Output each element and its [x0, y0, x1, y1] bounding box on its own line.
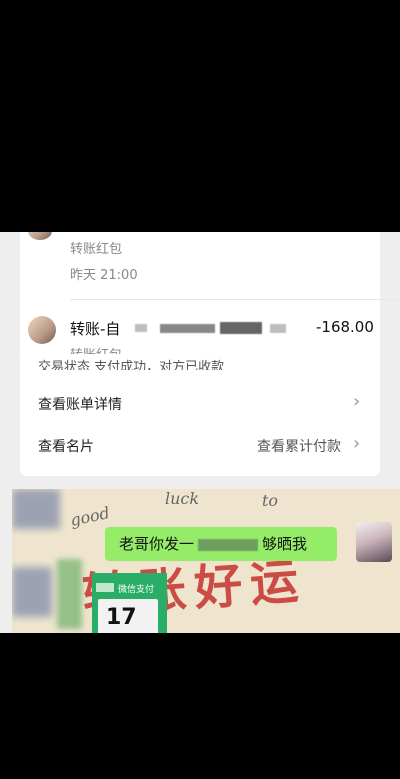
row-label: 查看账单详情 — [38, 397, 122, 413]
transaction-time: 昨天 21:00 — [70, 268, 138, 283]
mosaic-redaction — [198, 538, 259, 551]
transaction-type-label: 转账红包 — [70, 242, 123, 257]
table-row[interactable]: 转账-自 -168.00 转账红包 — [20, 300, 380, 363]
business-card-row[interactable]: 查看名片 查看累计付款 › — [20, 426, 380, 466]
mosaic-redaction — [220, 322, 262, 334]
payment-panel: 17 — [98, 599, 158, 633]
screenshot-region: 转账红包 昨天 21:00 转账-自 -168.00 转账红包 交易状态 支付成… — [0, 232, 400, 633]
transaction-amount: -168.00 — [316, 318, 374, 336]
row-value: 查看累计付款 — [257, 439, 341, 455]
status-text: 交易状态 支付成功，对方已收款 — [38, 360, 225, 370]
avatar — [28, 316, 56, 344]
mosaic-redaction — [270, 324, 286, 333]
row-label: 查看名片 — [38, 439, 94, 455]
chevron-right-icon: › — [353, 433, 361, 454]
chat-bubble-text: 够晒我 — [262, 535, 308, 553]
handwritten-word: luck — [165, 489, 200, 508]
mosaic-redaction — [12, 567, 52, 617]
handwritten-word: to — [262, 491, 279, 510]
chat-bubble-text: 老哥你发一 — [119, 535, 195, 553]
mosaic-redaction — [160, 324, 215, 333]
mosaic-redaction — [96, 583, 114, 592]
avatar[interactable] — [356, 522, 392, 562]
mosaic-redaction — [135, 324, 147, 332]
mosaic-redaction — [12, 489, 60, 529]
transaction-list: 转账红包 昨天 21:00 转账-自 -168.00 转账红包 — [20, 232, 400, 363]
chevron-right-icon: › — [353, 391, 361, 412]
chat-bubble[interactable]: 老哥你发一 够晒我 — [105, 527, 337, 561]
bill-detail-row[interactable]: 查看账单详情 › — [20, 384, 380, 424]
chat-background: good luck to 转账好运 老哥你发一 够晒我 微信支付 17 — [12, 489, 400, 633]
decoration — [57, 559, 82, 629]
avatar — [28, 232, 52, 240]
transaction-title: 转账-自 — [70, 320, 121, 338]
detail-card: 交易状态 支付成功，对方已收款 查看账单详情 › 查看名片 查看累计付款 › — [20, 354, 380, 476]
handwritten-word: good — [68, 503, 112, 530]
payment-label: 微信支付 — [118, 585, 155, 595]
payment-amount: 17 — [106, 605, 137, 630]
payment-card[interactable]: 微信支付 17 — [92, 573, 167, 633]
